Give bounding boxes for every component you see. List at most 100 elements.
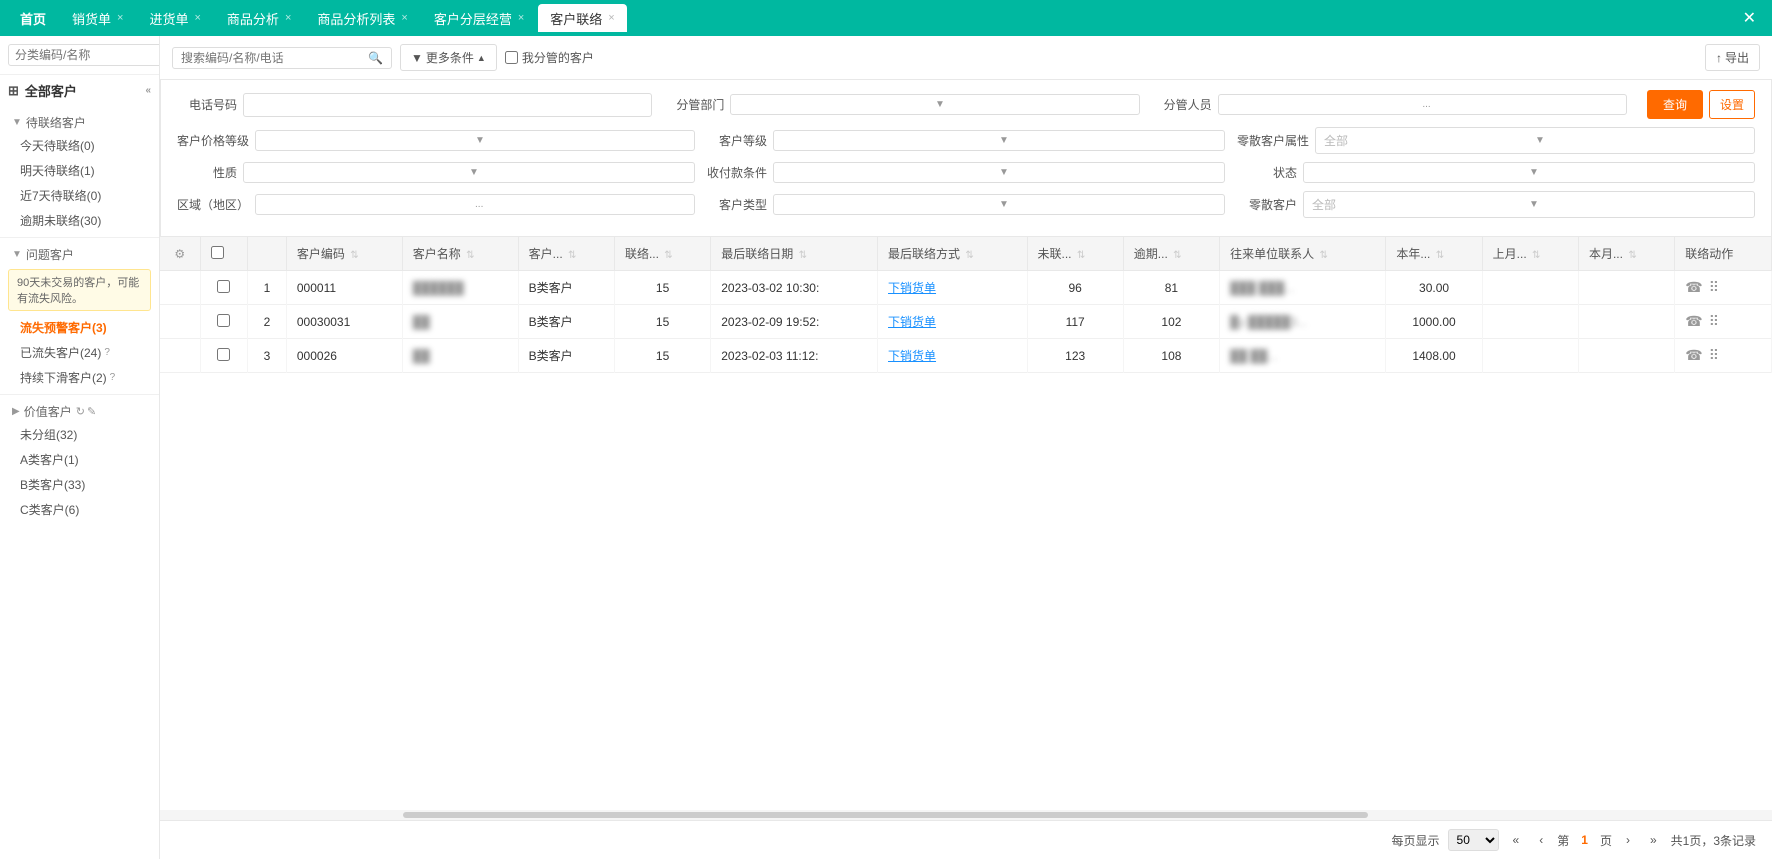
prev-page-button[interactable]: ‹ — [1533, 831, 1549, 849]
payment-select[interactable]: ▼ — [773, 162, 1225, 183]
col-overdue[interactable]: 逾期... ⇅ — [1123, 237, 1219, 271]
first-page-button[interactable]: « — [1507, 831, 1526, 849]
col-last-contact-date[interactable]: 最后联络日期 ⇅ — [711, 237, 878, 271]
sidebar-item-classA[interactable]: A类客户(1) — [0, 447, 159, 472]
tab-home[interactable]: 首页 — [8, 4, 58, 32]
manager-select[interactable]: ... — [1218, 94, 1627, 115]
tab-analysis-list[interactable]: 商品分析列表 × — [305, 4, 419, 32]
close-customer-tier-tab-icon[interactable]: × — [518, 12, 524, 24]
row-last-contact-method-0[interactable]: 下销货单 — [878, 271, 1028, 305]
select-all-checkbox[interactable] — [211, 246, 224, 259]
export-button[interactable]: ↑ 导出 — [1705, 44, 1760, 71]
value-refresh-icon[interactable]: ↻ — [76, 405, 85, 418]
sidebar-root-header[interactable]: ⊞ 全部客户 « — [0, 75, 159, 106]
filter-search-icon[interactable]: 🔍 — [368, 51, 383, 65]
sort-last-month-icon[interactable]: ⇅ — [1532, 250, 1540, 261]
sidebar-group-value-label[interactable]: ▶ 价值客户 ↻ ✎ — [0, 399, 159, 422]
tab-sales[interactable]: 销货单 × — [60, 4, 135, 32]
more-conditions-button[interactable]: ▼ 更多条件 ▲ — [400, 44, 497, 71]
sort-contact-icon[interactable]: ⇅ — [664, 250, 672, 261]
tab-customer-tier[interactable]: 客户分层经营 × — [422, 4, 536, 32]
tab-analysis[interactable]: 商品分析 × — [215, 4, 303, 32]
col-this-month[interactable]: 本月... ⇅ — [1578, 237, 1674, 271]
col-uncontacted[interactable]: 未联... ⇅ — [1027, 237, 1123, 271]
customer-type-select[interactable]: ▼ — [773, 194, 1225, 215]
col-last-contact-method[interactable]: 最后联络方式 ⇅ — [878, 237, 1028, 271]
sort-name-icon[interactable]: ⇅ — [466, 250, 474, 261]
status-select[interactable]: ▼ — [1303, 162, 1755, 183]
sort-last-contact-date-icon[interactable]: ⇅ — [799, 250, 807, 261]
sort-overdue-icon[interactable]: ⇅ — [1173, 250, 1181, 261]
settings-button[interactable]: 设置 — [1709, 90, 1755, 119]
close-analysis-list-tab-icon[interactable]: × — [401, 12, 407, 24]
close-customer-connect-tab-icon[interactable]: × — [608, 12, 614, 24]
region-select[interactable]: ... — [255, 194, 695, 215]
sidebar-item-today[interactable]: 今天待联络(0) — [0, 133, 159, 158]
col-contact[interactable]: 联络... ⇅ — [614, 237, 710, 271]
settings-gear-icon[interactable]: ⚙ — [174, 247, 185, 261]
sidebar-item-lost-risk[interactable]: 流失预警客户(3) — [0, 315, 159, 340]
sidebar-group-pending-label[interactable]: ▼ 待联络客户 — [0, 110, 159, 133]
action-more-icon-2[interactable]: ⠿ — [1709, 347, 1719, 364]
sidebar-item-classB[interactable]: B类客户(33) — [0, 472, 159, 497]
col-this-year[interactable]: 本年... ⇅ — [1386, 237, 1482, 271]
horizontal-scrollbar[interactable] — [160, 810, 1772, 820]
sort-uncontacted-icon[interactable]: ⇅ — [1077, 250, 1085, 261]
next-page-button[interactable]: › — [1620, 831, 1636, 849]
col-settings[interactable]: ⚙ — [160, 237, 200, 271]
phone-input[interactable] — [243, 93, 652, 117]
scrollbar-thumb[interactable] — [403, 812, 1368, 818]
sidebar-item-unsegmented[interactable]: 未分组(32) — [0, 422, 159, 447]
close-sales-tab-icon[interactable]: × — [117, 12, 123, 24]
my-customers-checkbox-label[interactable]: 我分管的客户 — [505, 49, 594, 66]
price-level-select[interactable]: ▼ — [255, 130, 695, 151]
close-purchase-tab-icon[interactable]: × — [194, 12, 200, 24]
last-page-button[interactable]: » — [1644, 831, 1663, 849]
col-customer-type[interactable]: 客户... ⇅ — [518, 237, 614, 271]
sort-this-year-icon[interactable]: ⇅ — [1436, 250, 1444, 261]
row-checkbox-0[interactable] — [200, 271, 248, 305]
zero-attr-select[interactable]: 全部 ▼ — [1315, 127, 1755, 154]
tab-purchase[interactable]: 进货单 × — [137, 4, 212, 32]
sidebar-item-tomorrow[interactable]: 明天待联络(1) — [0, 158, 159, 183]
action-more-icon-1[interactable]: ⠿ — [1709, 313, 1719, 330]
col-checkbox[interactable] — [200, 237, 248, 271]
query-button[interactable]: 查询 — [1647, 90, 1703, 119]
sort-code-icon[interactable]: ⇅ — [350, 250, 358, 261]
close-analysis-tab-icon[interactable]: × — [285, 12, 291, 24]
sidebar-item-overdue[interactable]: 逾期未联络(30) — [0, 208, 159, 233]
customer-level-select[interactable]: ▼ — [773, 130, 1225, 151]
gender-select[interactable]: ▼ — [243, 162, 695, 183]
sidebar-item-week[interactable]: 近7天待联络(0) — [0, 183, 159, 208]
sort-customer-type-icon[interactable]: ⇅ — [568, 250, 576, 261]
sidebar-item-declining[interactable]: 持续下滑客户(2) ? — [0, 365, 159, 390]
col-unit-contact[interactable]: 往来单位联系人 ⇅ — [1220, 237, 1386, 271]
sort-this-month-icon[interactable]: ⇅ — [1628, 250, 1636, 261]
action-connect-icon-2[interactable]: ☎ — [1685, 347, 1702, 364]
action-connect-icon-0[interactable]: ☎ — [1685, 279, 1702, 296]
sort-last-contact-method-icon[interactable]: ⇅ — [965, 250, 973, 261]
window-close-icon[interactable]: ✕ — [1735, 4, 1764, 32]
value-edit-icon[interactable]: ✎ — [87, 405, 96, 418]
my-customers-checkbox[interactable] — [505, 51, 518, 64]
col-last-month[interactable]: 上月... ⇅ — [1482, 237, 1578, 271]
action-connect-icon-1[interactable]: ☎ — [1685, 313, 1702, 330]
tab-customer-connect[interactable]: 客户联络 × — [538, 4, 626, 32]
per-page-select[interactable]: 50 20 100 — [1448, 829, 1499, 851]
zero-customer-select[interactable]: 全部 ▼ — [1303, 191, 1755, 218]
row-checkbox-2[interactable] — [200, 339, 248, 373]
col-name[interactable]: 客户名称 ⇅ — [402, 237, 518, 271]
sidebar-collapse-icon[interactable]: « — [145, 85, 151, 96]
sidebar-group-problem-label[interactable]: ▼ 问题客户 — [0, 242, 159, 265]
sidebar-search-input[interactable] — [8, 44, 160, 66]
col-code[interactable]: 客户编码 ⇅ — [286, 237, 402, 271]
dept-select[interactable]: ▼ — [730, 94, 1139, 115]
filter-search-input[interactable] — [181, 51, 368, 65]
sidebar-item-classC[interactable]: C类客户(6) — [0, 497, 159, 522]
sort-unit-contact-icon[interactable]: ⇅ — [1319, 250, 1327, 261]
sidebar-item-lost-actual[interactable]: 已流失客户(24) ? — [0, 340, 159, 365]
row-last-contact-method-2[interactable]: 下销货单 — [878, 339, 1028, 373]
row-checkbox-1[interactable] — [200, 305, 248, 339]
row-last-contact-method-1[interactable]: 下销货单 — [878, 305, 1028, 339]
action-more-icon-0[interactable]: ⠿ — [1709, 279, 1719, 296]
